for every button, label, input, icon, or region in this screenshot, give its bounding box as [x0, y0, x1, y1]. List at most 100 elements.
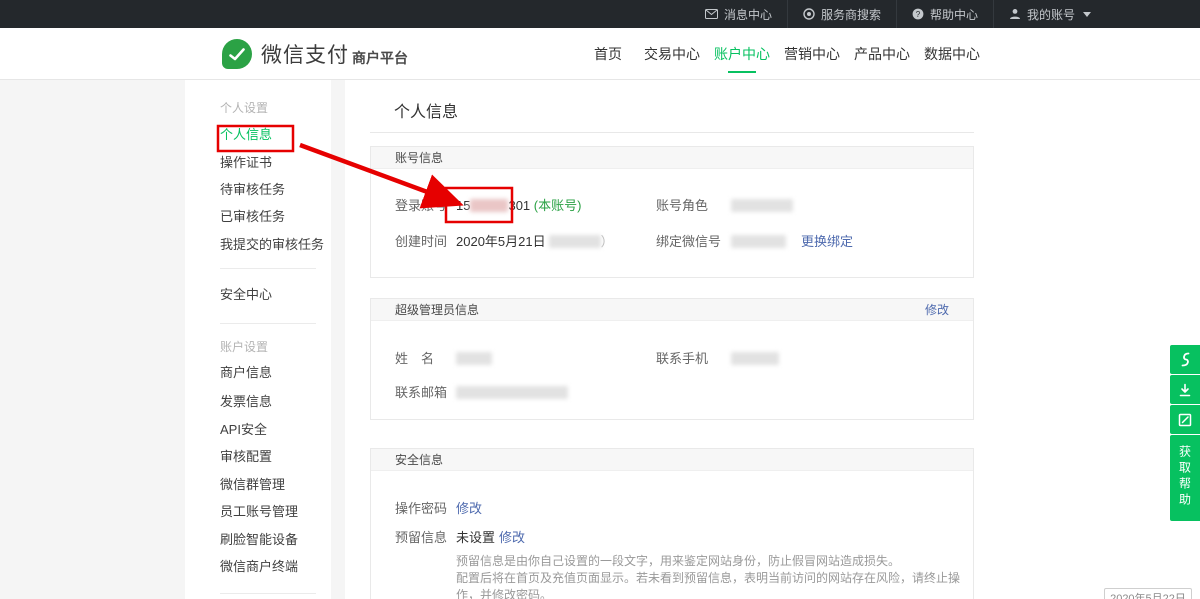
admin-phone-value: [731, 351, 779, 367]
miniprogram-button[interactable]: [1170, 345, 1200, 374]
brand-name: 微信支付: [261, 39, 349, 69]
title-divider: [370, 132, 974, 133]
account-role-label: 账号角色: [656, 198, 708, 214]
security-info-card-header: 安全信息: [371, 449, 973, 471]
sidebar-item-my-submitted-tasks[interactable]: 我提交的审核任务: [220, 237, 324, 253]
admin-name-label: 姓 名: [395, 351, 434, 367]
sidebar-item-face-smart-device[interactable]: 刷脸智能设备: [220, 532, 298, 548]
current-account-tag: (本账号): [534, 198, 582, 213]
reserved-info-status: 未设置: [456, 530, 495, 546]
sidebar-item-security-center[interactable]: 安全中心: [220, 287, 272, 303]
sidebar-content-gutter: [331, 80, 345, 599]
admin-email-value: [456, 385, 568, 401]
page-title: 个人信息: [394, 98, 458, 122]
mail-icon: [705, 9, 718, 19]
account-info-card-header: 账号信息: [371, 147, 973, 169]
redacted-created-detail: [549, 235, 601, 248]
nav-marketing-center[interactable]: 营销中心: [784, 28, 840, 80]
bound-wechat-value: [731, 234, 786, 250]
admin-name-value: [456, 351, 492, 367]
sidebar-item-api-security[interactable]: API安全: [220, 422, 267, 438]
reserved-info-description: 预留信息是由你自己设置的一段文字，用来鉴定网站身份，防止假冒网站造成损失。 配置…: [456, 553, 966, 599]
admin-info-card-header: 超级管理员信息 修改: [371, 299, 973, 321]
header-divider: [340, 47, 341, 63]
miniprogram-icon: [1179, 352, 1192, 367]
account-role-value: [731, 198, 793, 214]
security-info-card: 安全信息 操作密码 修改 预留信息 未设置 修改 预留信息是由你自己设置的一段文…: [370, 448, 974, 599]
feedback-button[interactable]: [1170, 405, 1200, 434]
download-button[interactable]: [1170, 375, 1200, 404]
redacted-role: [731, 199, 793, 212]
download-icon: [1178, 383, 1192, 397]
topbar-help-center[interactable]: ? 帮助中心: [896, 0, 993, 28]
topbar-item-label: 消息中心: [724, 6, 772, 23]
nav-data-center[interactable]: 数据中心: [924, 28, 980, 80]
account-info-card: 账号信息 登录账号 15301 (本账号) 账号角色 创建时间 2020年5月2…: [370, 146, 974, 278]
created-time-label: 创建时间: [395, 234, 447, 250]
sidebar-item-personal-info[interactable]: 个人信息: [220, 127, 272, 143]
floating-help-panel: 获取帮助: [1170, 345, 1200, 521]
search-icon: [803, 8, 815, 20]
sidebar-divider: [220, 323, 316, 324]
topbar-sp-search[interactable]: 服务商搜索: [787, 0, 896, 28]
sidebar-item-merchant-info[interactable]: 商户信息: [220, 365, 272, 381]
sidebar-item-staff-account-mgmt[interactable]: 员工账号管理: [220, 504, 298, 520]
topbar-item-label: 我的账号: [1027, 6, 1075, 23]
nav-account-center[interactable]: 账户中心: [714, 28, 770, 80]
svg-text:?: ?: [916, 10, 921, 19]
sidebar-item-invoice-info[interactable]: 发票信息: [220, 394, 272, 410]
redacted-email: [456, 386, 568, 399]
reserved-info-edit-link[interactable]: 修改: [499, 530, 525, 546]
rebind-wechat-link[interactable]: 更换绑定: [801, 234, 853, 250]
help-icon: ?: [912, 8, 924, 20]
created-time-value: 2020年5月21日）: [456, 234, 614, 250]
sidebar-item-wechat-group-mgmt[interactable]: 微信群管理: [220, 477, 285, 493]
card-title: 账号信息: [395, 151, 443, 165]
get-help-button[interactable]: 获取帮助: [1170, 435, 1200, 521]
redacted-wechat-id: [731, 235, 786, 248]
nav-transaction-center[interactable]: 交易中心: [644, 28, 700, 80]
portal-name: 商户平台: [352, 48, 408, 68]
header: 微信支付 商户平台 首页 交易中心 账户中心 营销中心 产品中心 数据中心: [0, 28, 1200, 80]
brand-logo[interactable]: 微信支付: [222, 39, 349, 69]
reserved-info-label: 预留信息: [395, 530, 447, 546]
sidebar-section-account-settings: 账户设置: [220, 339, 268, 355]
left-background-band: [0, 80, 185, 599]
chevron-down-icon: [1083, 12, 1091, 17]
redacted-login-digits: [470, 199, 508, 212]
topbar: 消息中心 服务商搜索 ? 帮助中心 我的账号: [0, 0, 1200, 28]
sidebar-section-personal-settings: 个人设置: [220, 100, 268, 116]
admin-edit-link[interactable]: 修改: [925, 299, 949, 321]
wechat-pay-logo-icon: [222, 39, 252, 69]
topbar-my-account[interactable]: 我的账号: [993, 0, 1106, 28]
topbar-message-center[interactable]: 消息中心: [690, 0, 787, 28]
operation-password-label: 操作密码: [395, 501, 447, 517]
sidebar-item-operation-cert[interactable]: 操作证书: [220, 155, 272, 171]
login-account-value: 15301 (本账号): [456, 198, 581, 214]
sidebar-item-wechat-merchant-terminal[interactable]: 微信商户终端: [220, 559, 298, 575]
topbar-item-label: 帮助中心: [930, 6, 978, 23]
login-account-label: 登录账号: [395, 198, 447, 214]
sidebar: 个人设置 个人信息 操作证书 待审核任务 已审核任务 我提交的审核任务 安全中心…: [185, 80, 331, 599]
admin-phone-label: 联系手机: [656, 351, 708, 367]
date-tooltip: 2020年5月22日: [1104, 588, 1192, 599]
redacted-phone: [731, 352, 779, 365]
wechat-pay-merchant-platform-page: 消息中心 服务商搜索 ? 帮助中心 我的账号: [0, 0, 1200, 599]
card-title: 安全信息: [395, 453, 443, 467]
sidebar-item-reviewed-tasks[interactable]: 已审核任务: [220, 209, 285, 225]
card-title: 超级管理员信息: [395, 303, 479, 317]
admin-email-label: 联系邮箱: [395, 385, 447, 401]
nav-home[interactable]: 首页: [594, 28, 622, 80]
redacted-name: [456, 352, 492, 365]
topbar-item-label: 服务商搜索: [821, 6, 881, 23]
nav-product-center[interactable]: 产品中心: [854, 28, 910, 80]
admin-info-card: 超级管理员信息 修改 姓 名 联系手机 联系邮箱: [370, 298, 974, 420]
sidebar-divider: [220, 593, 316, 594]
main-content: 个人信息 账号信息 登录账号 15301 (本账号) 账号角色 创建时间 202…: [345, 80, 1200, 599]
user-icon: [1009, 8, 1021, 20]
operation-password-edit-link[interactable]: 修改: [456, 501, 482, 517]
sidebar-item-review-config[interactable]: 审核配置: [220, 449, 272, 465]
sidebar-item-pending-review-tasks[interactable]: 待审核任务: [220, 182, 285, 198]
bound-wechat-label: 绑定微信号: [656, 234, 721, 250]
sidebar-divider: [220, 268, 316, 269]
